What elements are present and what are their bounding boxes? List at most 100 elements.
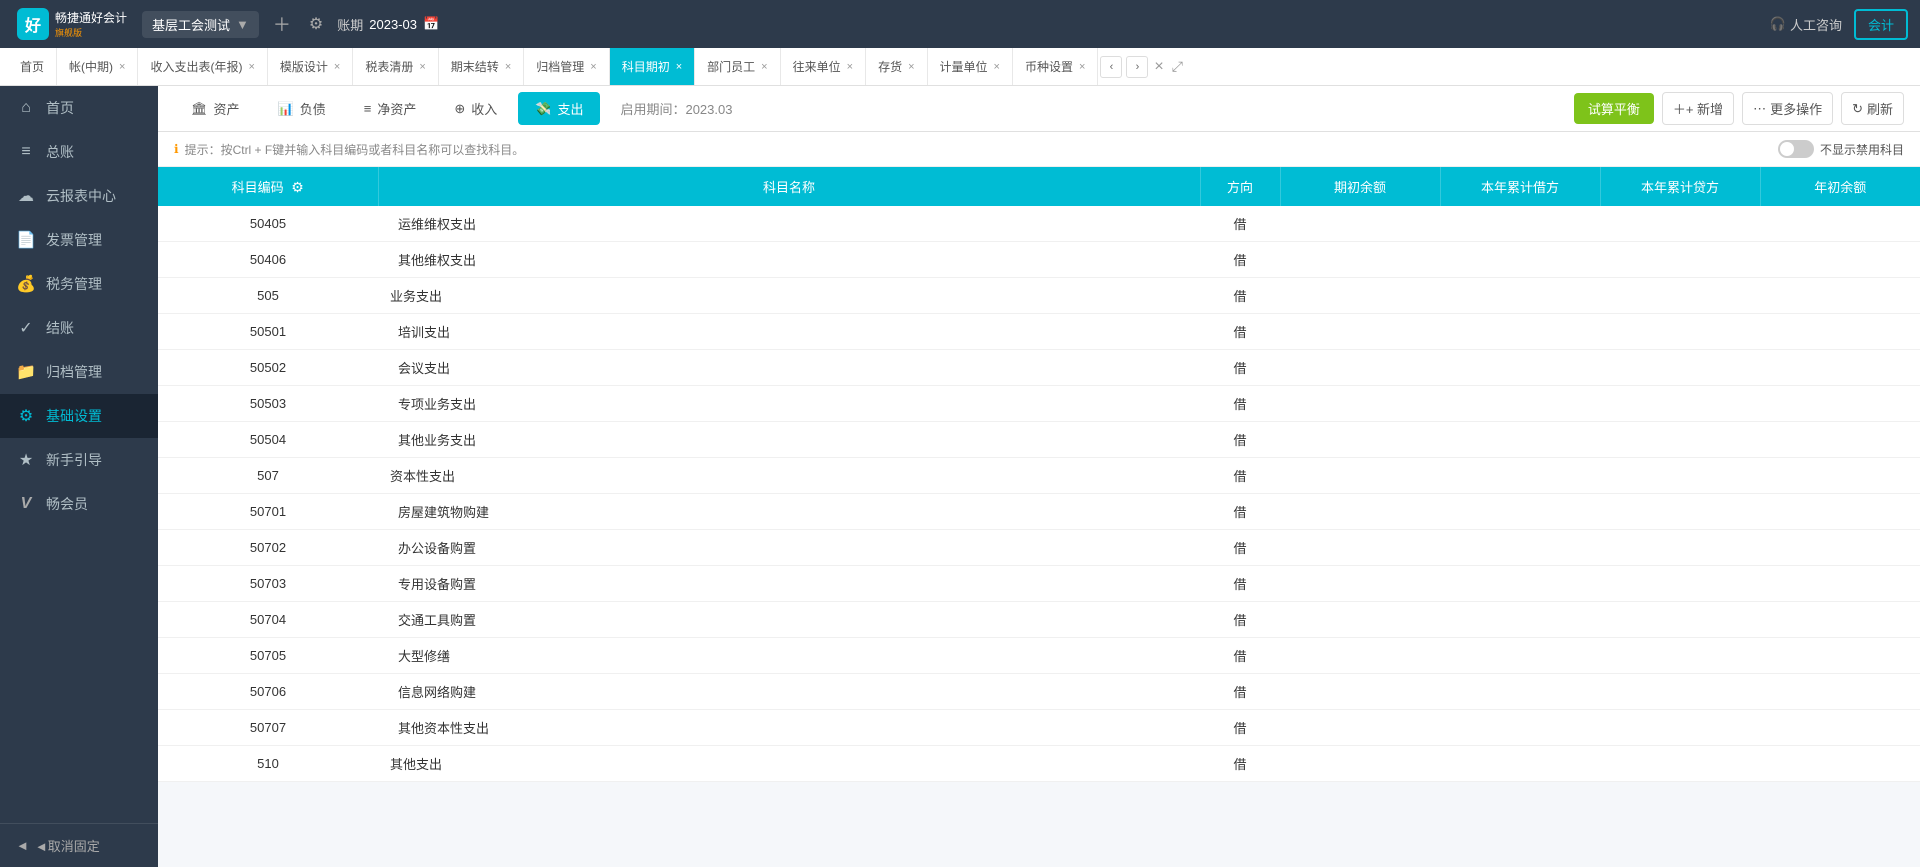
close-icon[interactable]: × xyxy=(1079,61,1085,73)
table-row[interactable]: 50703 专用设备购置 借 xyxy=(158,566,1920,602)
close-icon[interactable]: × xyxy=(119,61,125,73)
tab-tax-table[interactable]: 税表清册 × xyxy=(353,48,438,86)
table-body: 50405 运维维权支出 借 50406 其他维权支出 借 505 业务支出 借… xyxy=(158,206,1920,782)
subtab-expense-label: 支出 xyxy=(557,99,583,118)
sidebar: ⌂ 首页 ≡ 总账 ☁ 云报表中心 📄 发票管理 💰 税务管理 ✓ 结账 📁 归… xyxy=(0,86,158,867)
table-row[interactable]: 50406 其他维权支出 借 xyxy=(158,242,1920,278)
cell-direction: 借 xyxy=(1200,314,1280,350)
account-button[interactable]: 会计 xyxy=(1854,9,1908,40)
table-row[interactable]: 510 其他支出 借 xyxy=(158,746,1920,782)
cell-ytd-debit xyxy=(1440,638,1600,674)
cell-direction: 借 xyxy=(1200,710,1280,746)
close-icon[interactable]: × xyxy=(994,61,1000,73)
tab-template[interactable]: 模版设计 × xyxy=(268,48,353,86)
refresh-button[interactable]: ↻ 刷新 xyxy=(1841,92,1904,125)
cell-ytd-balance xyxy=(1760,422,1920,458)
tab-inventory-label: 存货 xyxy=(878,58,902,75)
close-icon[interactable]: × xyxy=(676,61,682,73)
table-row[interactable]: 50405 运维维权支出 借 xyxy=(158,206,1920,242)
tab-subject-init[interactable]: 科目期初 × xyxy=(610,48,695,86)
tab-period-end[interactable]: 期末结转 × xyxy=(439,48,524,86)
close-icon[interactable]: × xyxy=(590,61,596,73)
cell-code: 50504 xyxy=(158,422,378,458)
cell-direction: 借 xyxy=(1200,386,1280,422)
tab-template-label: 模版设计 xyxy=(280,58,328,75)
subtab-expense[interactable]: 💸 支出 xyxy=(518,92,600,125)
close-icon[interactable]: × xyxy=(419,61,425,73)
sidebar-item-archive[interactable]: 📁 归档管理 xyxy=(0,350,158,394)
cell-opening xyxy=(1280,458,1440,494)
table-row[interactable]: 50704 交通工具购置 借 xyxy=(158,602,1920,638)
table-row[interactable]: 50701 房屋建筑物购建 借 xyxy=(158,494,1920,530)
sidebar-item-ledger[interactable]: ≡ 总账 xyxy=(0,130,158,174)
more-actions-button[interactable]: ⋯ 更多操作 xyxy=(1742,92,1833,125)
close-icon[interactable]: × xyxy=(761,61,767,73)
table-row[interactable]: 50501 培训支出 借 xyxy=(158,314,1920,350)
table-row[interactable]: 50706 信息网络购建 借 xyxy=(158,674,1920,710)
tab-currency[interactable]: 币种设置 × xyxy=(1013,48,1098,86)
ai-consult-button[interactable]: 🎧 人工咨询 xyxy=(1770,15,1842,34)
settings-icon[interactable]: ⚙ xyxy=(305,10,327,38)
table-row[interactable]: 50502 会议支出 借 xyxy=(158,350,1920,386)
close-all-tabs-button[interactable]: × xyxy=(1154,58,1163,76)
sidebar-item-guide[interactable]: ★ 新手引导 xyxy=(0,438,158,482)
sidebar-item-invoice[interactable]: 📄 发票管理 xyxy=(0,218,158,262)
sidebar-item-member[interactable]: V 畅会员 xyxy=(0,482,158,526)
sidebar-archive-label: 归档管理 xyxy=(46,362,102,382)
subtab-equity[interactable]: ≡ 净资产 xyxy=(347,92,434,125)
project-selector[interactable]: 基层工会测试 ▼ xyxy=(142,11,259,38)
cell-direction: 借 xyxy=(1200,242,1280,278)
cell-ytd-balance xyxy=(1760,458,1920,494)
table-row[interactable]: 50707 其他资本性支出 借 xyxy=(158,710,1920,746)
cell-ytd-debit xyxy=(1440,602,1600,638)
tab-archive[interactable]: 归档管理 × xyxy=(524,48,609,86)
table-row[interactable]: 50504 其他业务支出 借 xyxy=(158,422,1920,458)
close-icon[interactable]: × xyxy=(847,61,853,73)
add-project-button[interactable]: ＋ xyxy=(269,7,295,41)
cell-direction: 借 xyxy=(1200,494,1280,530)
cell-name: 运维维权支出 xyxy=(378,206,1200,242)
close-icon[interactable]: × xyxy=(505,61,511,73)
disabled-toggle[interactable] xyxy=(1778,140,1814,158)
tab-inventory[interactable]: 存货 × xyxy=(866,48,927,86)
tab-prev-button[interactable]: ‹ xyxy=(1100,56,1122,78)
close-icon[interactable]: × xyxy=(908,61,914,73)
cell-code: 510 xyxy=(158,746,378,782)
subtab-assets[interactable]: 🏛 资产 xyxy=(174,92,257,125)
sidebar-item-tax[interactable]: 💰 税务管理 xyxy=(0,262,158,306)
expand-icon[interactable]: ⤢ xyxy=(1172,58,1183,75)
table-row[interactable]: 505 业务支出 借 xyxy=(158,278,1920,314)
subtab-liability[interactable]: 📊 负债 xyxy=(261,92,343,125)
subtab-income[interactable]: ⊕ 收入 xyxy=(437,92,514,125)
tab-currency-label: 币种设置 xyxy=(1025,58,1073,75)
table-row[interactable]: 507 资本性支出 借 xyxy=(158,458,1920,494)
tab-period[interactable]: 帐(中期) × xyxy=(57,48,138,86)
pin-toggle-button[interactable]: ◄ ◄取消固定 xyxy=(0,823,158,867)
cell-ytd-debit xyxy=(1440,674,1600,710)
tab-unit[interactable]: 计量单位 × xyxy=(928,48,1013,86)
column-settings-icon[interactable]: ⚙ xyxy=(291,179,304,195)
close-icon[interactable]: × xyxy=(248,61,254,73)
sidebar-item-home[interactable]: ⌂ 首页 xyxy=(0,86,158,130)
sidebar-item-settings[interactable]: ⚙ 基础设置 xyxy=(0,394,158,438)
close-icon[interactable]: × xyxy=(334,61,340,73)
invoice-icon: 📄 xyxy=(16,230,36,250)
table-row[interactable]: 50702 办公设备购置 借 xyxy=(158,530,1920,566)
tab-home[interactable]: 首页 xyxy=(8,48,57,86)
table-row[interactable]: 50503 专项业务支出 借 xyxy=(158,386,1920,422)
tax-icon: 💰 xyxy=(16,274,36,294)
sidebar-item-reports[interactable]: ☁ 云报表中心 xyxy=(0,174,158,218)
sidebar-item-checkout[interactable]: ✓ 结账 xyxy=(0,306,158,350)
sidebar-home-label: 首页 xyxy=(46,98,74,118)
tab-dept[interactable]: 部门员工 × xyxy=(695,48,780,86)
income-icon: ⊕ xyxy=(454,101,465,117)
add-button[interactable]: ＋ + 新增 xyxy=(1662,92,1734,125)
subtab-assets-label: 资产 xyxy=(214,99,240,118)
tab-contacts[interactable]: 往来单位 × xyxy=(781,48,866,86)
table-row[interactable]: 50705 大型修缮 借 xyxy=(158,638,1920,674)
tab-annual-report[interactable]: 收入支出表(年报) × xyxy=(138,48,267,86)
balance-button[interactable]: 试算平衡 xyxy=(1574,93,1654,124)
tab-next-button[interactable]: › xyxy=(1126,56,1148,78)
calendar-icon[interactable]: 📅 xyxy=(423,16,439,32)
cell-ytd-balance xyxy=(1760,242,1920,278)
